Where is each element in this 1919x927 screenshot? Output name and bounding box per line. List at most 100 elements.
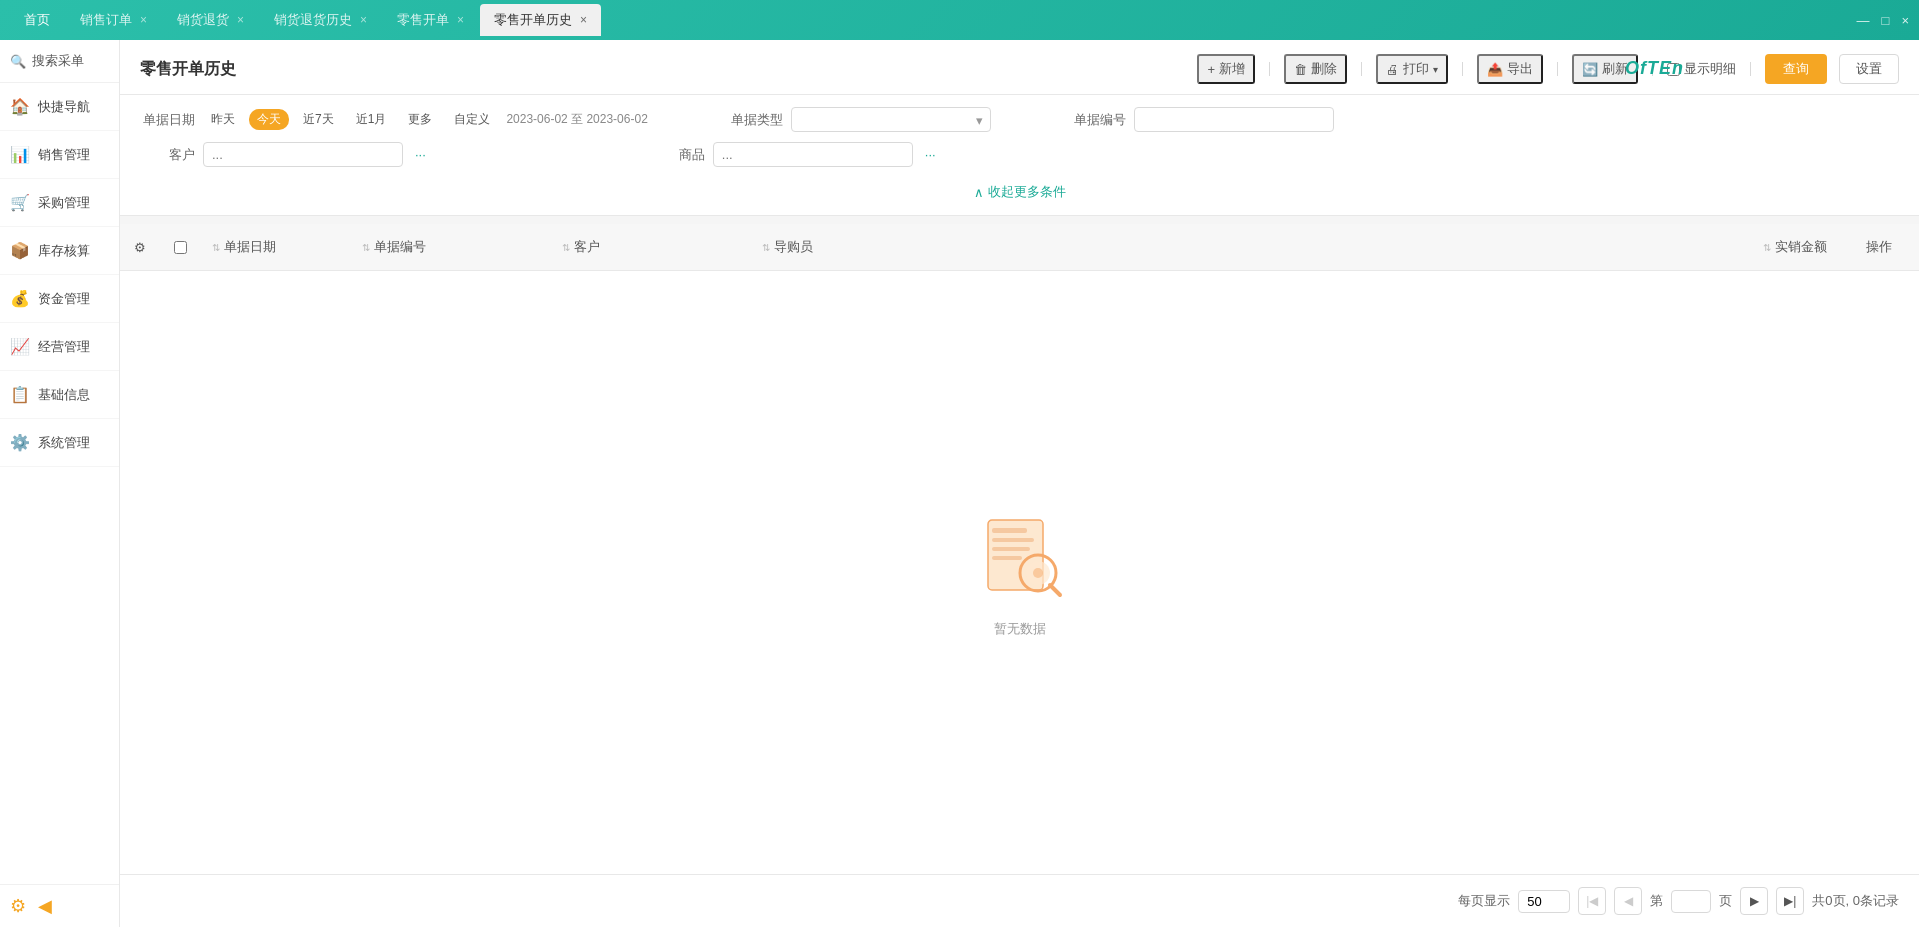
top-bar: 首页 销售订单 × 销货退货 × 销货退货历史 × 零售开单 × 零售开单历史 … <box>0 0 1919 40</box>
print-arrow-icon: ▾ <box>1433 64 1438 75</box>
sidebar-item-finance-label: 资金管理 <box>38 290 90 308</box>
th-no: ⇅ 单据编号 <box>350 232 550 262</box>
show-detail-label: 显示明细 <box>1684 60 1736 78</box>
export-button[interactable]: 📤 导出 <box>1477 54 1543 84</box>
sidebar-item-quick-nav[interactable]: 🏠 快捷导航 <box>0 83 119 131</box>
prev-page-button[interactable]: ◀ <box>1614 887 1642 915</box>
sidebar-item-finance[interactable]: 💰 资金管理 <box>0 275 119 323</box>
doc-no-filter-group: 单据编号 <box>1071 107 1334 132</box>
tab-retail-open-label: 零售开单 <box>397 11 449 29</box>
search-icon: 🔍 <box>10 54 26 69</box>
tab-sales-order-close[interactable]: × <box>140 13 147 27</box>
print-button[interactable]: 🖨 打印 ▾ <box>1376 54 1448 84</box>
sidebar-item-operation-label: 经营管理 <box>38 338 90 356</box>
goods-select-icon[interactable]: ··· <box>921 143 940 166</box>
tab-retail-open-close[interactable]: × <box>457 13 464 27</box>
tab-sales-return-history-close[interactable]: × <box>360 13 367 27</box>
settings-bottom-icon[interactable]: ⚙ <box>10 895 26 917</box>
sort-customer-icon[interactable]: ⇅ <box>562 242 570 253</box>
sidebar-item-base-info[interactable]: 📋 基础信息 <box>0 371 119 419</box>
sort-no-icon[interactable]: ⇅ <box>362 242 370 253</box>
sidebar-search[interactable]: 🔍 搜索采单 <box>0 40 119 83</box>
th-settings[interactable]: ⚙ <box>120 232 160 262</box>
collapse-button[interactable]: ∧ 收起更多条件 <box>974 183 1066 201</box>
next-page-button[interactable]: ▶ <box>1740 887 1768 915</box>
collapse-bar: ∧ 收起更多条件 <box>140 177 1899 203</box>
date-btn-1month[interactable]: 近1月 <box>348 109 395 130</box>
doc-no-input[interactable] <box>1134 107 1334 132</box>
customer-select-icon[interactable]: ··· <box>411 143 430 166</box>
sort-guide-icon[interactable]: ⇅ <box>762 242 770 253</box>
svg-rect-1 <box>992 528 1027 533</box>
query-button[interactable]: 查询 <box>1765 54 1827 84</box>
add-button[interactable]: + 新增 <box>1197 54 1255 84</box>
sort-date-icon[interactable]: ⇅ <box>212 242 220 253</box>
inventory-icon: 📦 <box>10 241 30 260</box>
th-no-label: 单据编号 <box>374 238 426 256</box>
sidebar-item-sales-mgmt[interactable]: 📊 销售管理 <box>0 131 119 179</box>
date-btn-custom[interactable]: 自定义 <box>446 109 498 130</box>
pagination: 每页显示 10 20 50 100 |◀ ◀ 第 1 页 ▶ ▶| 共0页, 0… <box>120 874 1919 927</box>
export-label: 导出 <box>1507 60 1533 78</box>
sidebar-search-label: 搜索采单 <box>32 52 84 70</box>
page-size-select[interactable]: 10 20 50 100 <box>1518 890 1570 913</box>
sidebar-item-purchase-mgmt-label: 采购管理 <box>38 194 90 212</box>
sidebar-item-purchase-mgmt[interactable]: 🛒 采购管理 <box>0 179 119 227</box>
tab-home[interactable]: 首页 <box>10 4 64 36</box>
tab-sales-return-history[interactable]: 销货退货历史 × <box>260 4 381 36</box>
tab-retail-open[interactable]: 零售开单 × <box>383 4 478 36</box>
sidebar-item-base-info-label: 基础信息 <box>38 386 90 404</box>
sidebar-bottom: ⚙ ◀ <box>0 884 119 927</box>
page-size-wrapper: 10 20 50 100 <box>1518 890 1570 913</box>
window-close[interactable]: × <box>1901 13 1909 28</box>
th-flex <box>870 232 1719 262</box>
purchase-mgmt-icon: 🛒 <box>10 193 30 212</box>
select-all-checkbox[interactable] <box>174 241 187 254</box>
header-actions: + 新增 🗑 删除 🖨 打印 ▾ 📤 导出 <box>1197 54 1899 84</box>
date-btn-yesterday[interactable]: 昨天 <box>203 109 243 130</box>
window-maximize[interactable]: □ <box>1882 13 1890 28</box>
first-page-button[interactable]: |◀ <box>1578 887 1606 915</box>
divider-6 <box>1750 62 1751 76</box>
page-number-input[interactable]: 1 <box>1671 890 1711 913</box>
customer-input[interactable] <box>203 142 403 167</box>
last-page-button[interactable]: ▶| <box>1776 887 1804 915</box>
filter-area: 单据日期 昨天 今天 近7天 近1月 更多 自定义 2023-06-02 至 2… <box>120 95 1919 216</box>
sidebar-item-operation[interactable]: 📈 经营管理 <box>0 323 119 371</box>
settings-col-icon[interactable]: ⚙ <box>134 240 146 255</box>
settings-button[interactable]: 设置 <box>1839 54 1899 84</box>
th-customer: ⇅ 客户 <box>550 232 750 262</box>
tab-sales-return-close[interactable]: × <box>237 13 244 27</box>
sales-mgmt-icon: 📊 <box>10 145 30 164</box>
th-action-label: 操作 <box>1866 238 1892 256</box>
system-icon: ⚙️ <box>10 433 30 452</box>
delete-icon: 🗑 <box>1294 62 1307 77</box>
date-btn-7days[interactable]: 近7天 <box>295 109 342 130</box>
window-minimize[interactable]: — <box>1857 13 1870 28</box>
tab-sales-order[interactable]: 销售订单 × <box>66 4 161 36</box>
total-info: 共0页, 0条记录 <box>1812 892 1899 910</box>
collapse-sidebar-icon[interactable]: ◀ <box>38 895 52 917</box>
tab-retail-open-history-close[interactable]: × <box>580 13 587 27</box>
print-icon: 🖨 <box>1386 62 1399 77</box>
collapse-label: 收起更多条件 <box>988 183 1066 201</box>
doc-type-select[interactable] <box>791 107 991 132</box>
date-btn-more[interactable]: 更多 <box>400 109 440 130</box>
svg-line-7 <box>1050 585 1060 595</box>
sidebar-item-inventory[interactable]: 📦 库存核算 <box>0 227 119 275</box>
th-date-label: 单据日期 <box>224 238 276 256</box>
tab-sales-return[interactable]: 销货退货 × <box>163 4 258 36</box>
th-amount: ⇅ 实销金额 <box>1719 232 1839 262</box>
brand-text: OfTEn <box>1625 58 1684 79</box>
date-btn-today[interactable]: 今天 <box>249 109 289 130</box>
sidebar-item-system[interactable]: ⚙️ 系统管理 <box>0 419 119 467</box>
delete-button[interactable]: 🗑 删除 <box>1284 54 1347 84</box>
tab-retail-open-history[interactable]: 零售开单历史 × <box>480 4 601 36</box>
th-check[interactable] <box>160 232 200 262</box>
goods-input[interactable] <box>713 142 913 167</box>
th-guide: ⇅ 导购员 <box>750 232 870 262</box>
customer-filter-group: 客户 ··· <box>140 142 430 167</box>
th-action: 操作 <box>1839 232 1919 262</box>
sidebar-item-inventory-label: 库存核算 <box>38 242 90 260</box>
sort-amount-icon[interactable]: ⇅ <box>1763 242 1771 253</box>
